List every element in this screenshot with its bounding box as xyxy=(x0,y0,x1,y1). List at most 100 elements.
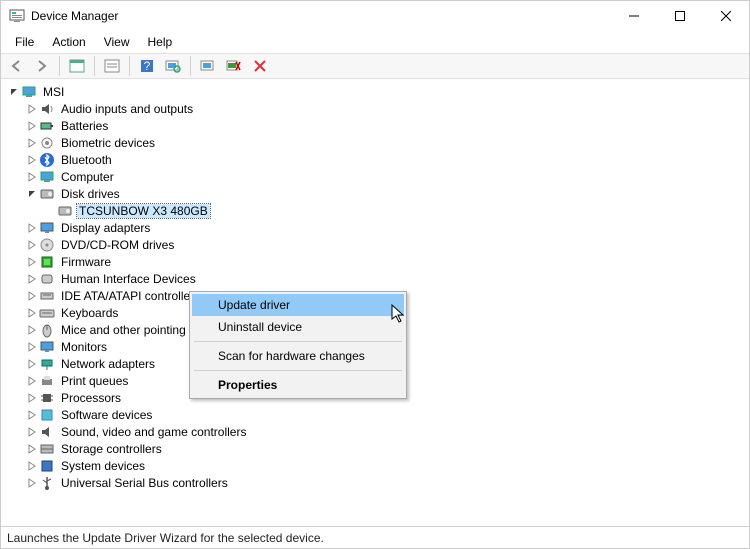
mouse-icon xyxy=(39,322,55,338)
tree-item-cat-19[interactable]: Storage controllers xyxy=(7,440,749,457)
menu-help[interactable]: Help xyxy=(140,33,181,51)
expand-icon[interactable] xyxy=(25,291,39,301)
tree-item-label: Bluetooth xyxy=(59,153,114,167)
tree-item-cat-4[interactable]: Computer xyxy=(7,168,749,185)
ctx-label: Uninstall device xyxy=(218,320,302,334)
expand-icon[interactable] xyxy=(25,274,39,284)
expand-icon[interactable] xyxy=(25,461,39,471)
tree-item-label: Sound, video and game controllers xyxy=(59,425,248,439)
back-button[interactable] xyxy=(5,55,27,77)
status-text: Launches the Update Driver Wizard for th… xyxy=(7,531,324,545)
ctx-update-driver[interactable]: Update driver xyxy=(192,294,404,316)
software-icon xyxy=(39,407,55,423)
expand-icon[interactable] xyxy=(25,257,39,267)
expand-icon[interactable] xyxy=(25,104,39,114)
expand-icon[interactable] xyxy=(25,121,39,131)
tree-item-cat-7[interactable]: DVD/CD-ROM drives xyxy=(7,236,749,253)
tree-item-cat-0[interactable]: Audio inputs and outputs xyxy=(7,100,749,117)
sound-icon xyxy=(39,424,55,440)
disk-icon xyxy=(39,186,55,202)
tree-item-cat-21[interactable]: Universal Serial Bus controllers xyxy=(7,474,749,491)
audio-icon xyxy=(39,101,55,117)
status-bar: Launches the Update Driver Wizard for th… xyxy=(1,526,749,548)
tree-item-cat-6[interactable]: Display adapters xyxy=(7,219,749,236)
menu-view[interactable]: View xyxy=(96,33,138,51)
collapse-icon[interactable] xyxy=(7,87,21,97)
ctx-uninstall-device[interactable]: Uninstall device xyxy=(192,316,404,338)
computer-icon xyxy=(21,84,37,100)
computer-icon xyxy=(39,169,55,185)
tree-item-label: Monitors xyxy=(59,340,109,354)
svg-text:?: ? xyxy=(144,59,151,73)
ctx-separator xyxy=(194,370,402,371)
close-button[interactable] xyxy=(703,1,749,31)
expand-icon[interactable] xyxy=(25,138,39,148)
minimize-button[interactable] xyxy=(611,1,657,31)
expand-icon[interactable] xyxy=(25,393,39,403)
tree-item-label: Universal Serial Bus controllers xyxy=(59,476,230,490)
expand-icon[interactable] xyxy=(25,325,39,335)
cpu-icon xyxy=(39,390,55,406)
ctx-properties[interactable]: Properties xyxy=(192,374,404,396)
tree-item-label: Human Interface Devices xyxy=(59,272,198,286)
update-driver-button[interactable] xyxy=(197,55,219,77)
tree-item-label: Biometric devices xyxy=(59,136,157,150)
tree-item-cat-8[interactable]: Firmware xyxy=(7,253,749,270)
tree-item-label: Batteries xyxy=(59,119,110,133)
tree-item-label: Keyboards xyxy=(59,306,120,320)
tree-item-cat-5-child-0[interactable]: TCSUNBOW X3 480GB xyxy=(7,202,749,219)
device-tree[interactable]: MSIAudio inputs and outputs Batteries Biom… xyxy=(1,79,749,526)
expand-icon[interactable] xyxy=(25,410,39,420)
context-menu: Update driver Uninstall device Scan for … xyxy=(189,291,407,399)
separator xyxy=(190,56,191,76)
keyboard-icon xyxy=(39,305,55,321)
tree-item-cat-18[interactable]: Sound, video and game controllers xyxy=(7,423,749,440)
expand-icon[interactable] xyxy=(25,342,39,352)
menu-action[interactable]: Action xyxy=(44,33,93,51)
ctx-scan-hardware[interactable]: Scan for hardware changes xyxy=(192,345,404,367)
expand-icon[interactable] xyxy=(25,478,39,488)
tree-item-root[interactable]: MSI xyxy=(7,83,749,100)
disable-device-button[interactable] xyxy=(249,55,271,77)
tree-item-cat-2[interactable]: Biometric devices xyxy=(7,134,749,151)
expand-icon[interactable] xyxy=(25,155,39,165)
help-button[interactable]: ? xyxy=(136,55,158,77)
expand-icon[interactable] xyxy=(25,308,39,318)
maximize-button[interactable] xyxy=(657,1,703,31)
ctx-label: Scan for hardware changes xyxy=(218,349,365,363)
expand-icon[interactable] xyxy=(25,240,39,250)
tree-item-label: Firmware xyxy=(59,255,113,269)
system-icon xyxy=(39,458,55,474)
expand-icon[interactable] xyxy=(25,376,39,386)
app-icon xyxy=(9,8,25,24)
expand-icon[interactable] xyxy=(25,359,39,369)
uninstall-device-button[interactable] xyxy=(223,55,245,77)
show-hide-console-button[interactable] xyxy=(66,55,88,77)
tree-item-label: MSI xyxy=(41,85,66,99)
tree-item-cat-1[interactable]: Batteries xyxy=(7,117,749,134)
tree-item-cat-20[interactable]: System devices xyxy=(7,457,749,474)
disk-icon xyxy=(57,203,73,219)
firmware-icon xyxy=(39,254,55,270)
expand-icon[interactable] xyxy=(25,172,39,182)
forward-button[interactable] xyxy=(31,55,53,77)
collapse-icon[interactable] xyxy=(25,189,39,199)
expand-icon[interactable] xyxy=(25,444,39,454)
network-icon xyxy=(39,356,55,372)
menu-file[interactable]: File xyxy=(7,33,42,51)
expand-icon[interactable] xyxy=(25,223,39,233)
tree-item-label: Print queues xyxy=(59,374,130,388)
separator xyxy=(59,56,60,76)
scan-hardware-button[interactable] xyxy=(162,55,184,77)
tree-item-label: Computer xyxy=(59,170,116,184)
properties-button[interactable] xyxy=(101,55,123,77)
display-icon xyxy=(39,220,55,236)
tree-item-cat-9[interactable]: Human Interface Devices xyxy=(7,270,749,287)
printer-icon xyxy=(39,373,55,389)
tree-item-cat-3[interactable]: Bluetooth xyxy=(7,151,749,168)
tree-item-cat-5[interactable]: Disk drives xyxy=(7,185,749,202)
expand-icon[interactable] xyxy=(25,427,39,437)
battery-icon xyxy=(39,118,55,134)
tree-item-label: Disk drives xyxy=(59,187,122,201)
tree-item-cat-17[interactable]: Software devices xyxy=(7,406,749,423)
